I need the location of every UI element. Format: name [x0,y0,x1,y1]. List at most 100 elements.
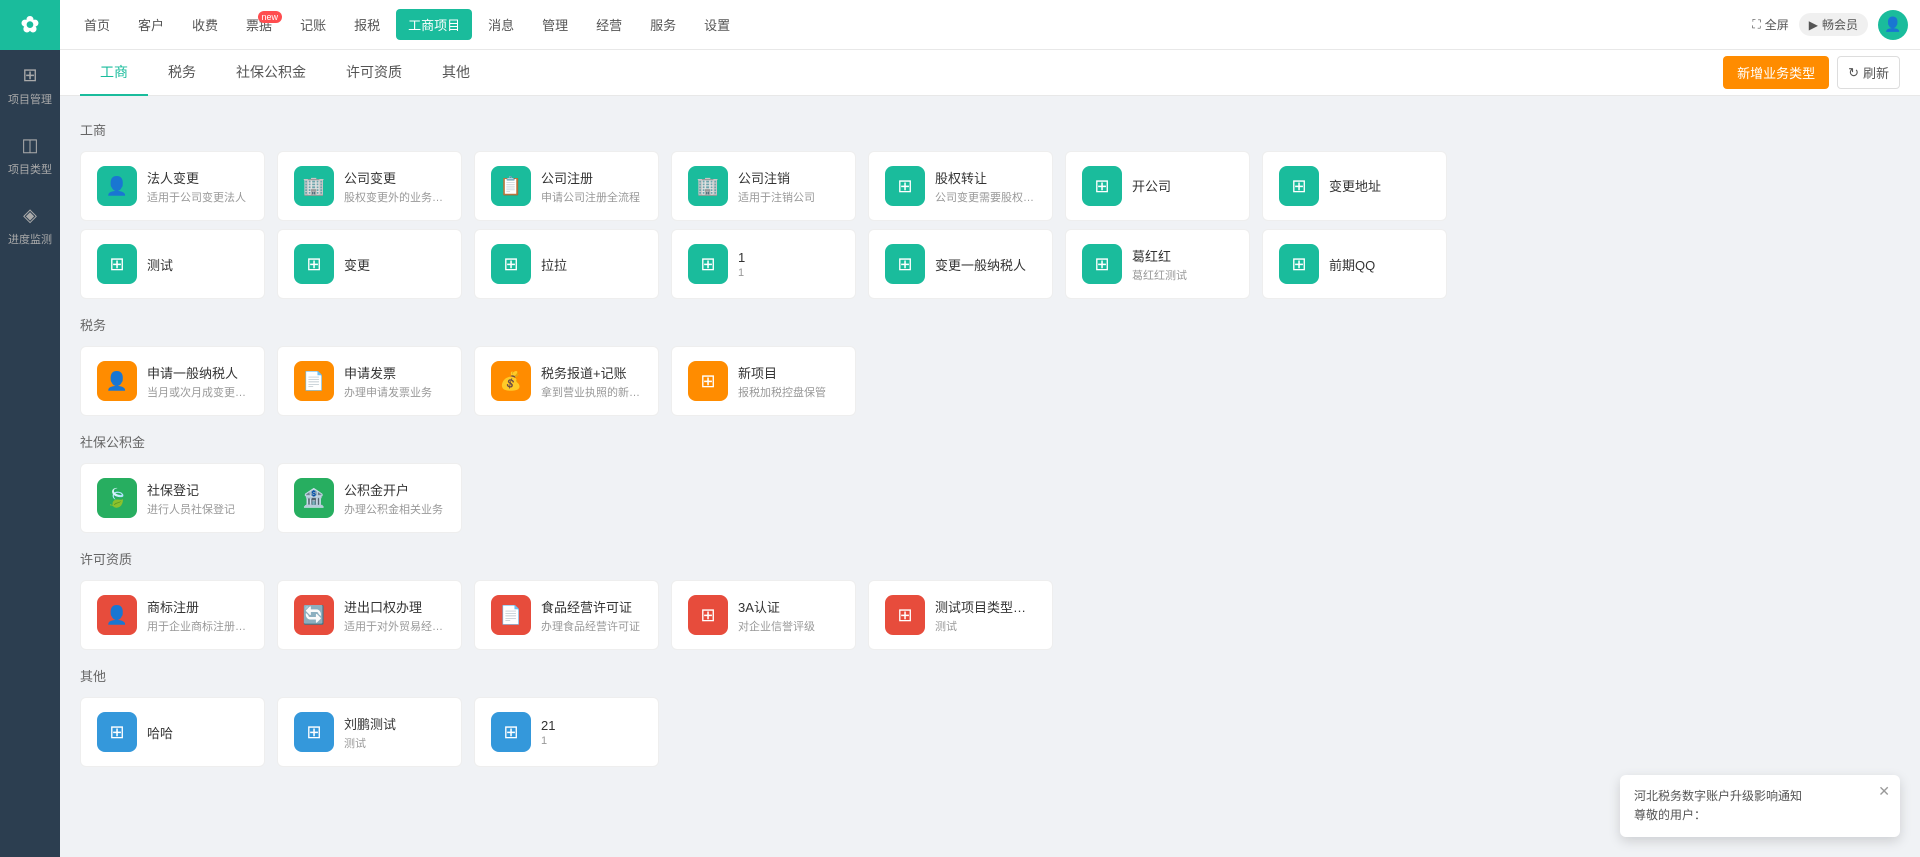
card-social-insurance[interactable]: 🍃 社保登记 进行人员社保登记 [80,463,265,533]
notification-popup: ✕ 河北税务数字账户升级影响通知 尊敬的用户： [1620,775,1900,837]
app-logo[interactable]: ✿ [0,0,60,50]
card-icon-equity-transfer: ⊞ [885,166,925,206]
card-icon-open-company: ⊞ [1082,166,1122,206]
other-card-grid: ⊞ 哈哈 ⊞ 刘鹏测试 测试 ⊞ 21 1 [80,697,1900,767]
nav-settings[interactable]: 设置 [692,9,742,40]
nav-home[interactable]: 首页 [72,9,122,40]
card-item21[interactable]: ⊞ 21 1 [474,697,659,767]
sidebar-item-project-mgmt[interactable]: ⊞ 项目管理 [0,50,60,120]
sidebar: ✿ ⊞ 项目管理 ◫ 项目类型 ◈ 进度监测 [0,0,60,857]
card-desc-trademark: 用于企业商标注册服务 [147,618,248,634]
nav-accounting[interactable]: 记账 [288,9,338,40]
card-title-liupeng-test: 刘鹏测试 [344,714,445,733]
card-trademark[interactable]: 👤 商标注册 用于企业商标注册服务 [80,580,265,650]
card-icon-company-cancel: 🏢 [688,166,728,206]
card-food-license[interactable]: 📄 食品经营许可证 办理食品经营许可证 [474,580,659,650]
card-title-company-cancel: 公司注销 [738,168,839,187]
project-type-icon: ◫ [18,133,42,157]
card-test[interactable]: ⊞ 测试 [80,229,265,299]
fullscreen-button[interactable]: ⛶ 全屏 [1752,16,1788,33]
shuiwu-card-grid: 👤 申请一般纳税人 当月或次月成变更完成 📄 申请发票 办理申请发票业务 💰 [80,346,1900,416]
card-icon-social-insurance: 🍃 [97,478,137,518]
card-test-project-type[interactable]: ⊞ 测试项目类型定义 测试 [868,580,1053,650]
card-title-item21: 21 [541,718,642,733]
vip-button[interactable]: ▶ 畅会员 [1799,13,1868,36]
card-housing-fund[interactable]: 🏦 公积金开户 办理公积金相关业务 [277,463,462,533]
progress-monitor-icon: ◈ [18,203,42,227]
card-title-equity-transfer: 股权转让 [935,168,1036,187]
notification-title: 河北税务数字账户升级影响通知 [1634,789,1802,803]
card-apply-general-tax[interactable]: 👤 申请一般纳税人 当月或次月成变更完成 [80,346,265,416]
card-title-housing-fund: 公积金开户 [344,480,445,499]
nav-tickets[interactable]: 票据 new [234,9,284,40]
section-title-other: 其他 [80,666,1900,685]
tab-xuke[interactable]: 许可资质 [326,50,422,96]
section-title-xuke: 许可资质 [80,549,1900,568]
card-company-cancel[interactable]: 🏢 公司注销 适用于注销公司 [671,151,856,221]
sidebar-label-progress-monitor: 进度监测 [8,231,52,247]
card-desc-equity-transfer: 公司变更需要股权转让 [935,189,1036,205]
tab-gongshang[interactable]: 工商 [80,50,148,96]
tab-bar: 工商 税务 社保公积金 许可资质 其他 新增业务类型 ↻ 刷新 [60,50,1920,96]
card-icon-test-project-type: ⊞ [885,595,925,635]
card-desc-company-cancel: 适用于注销公司 [738,189,839,205]
card-tax-report[interactable]: 💰 税务报道+记账 拿到营业执照的新公司 [474,346,659,416]
card-icon-import-export: 🔄 [294,595,334,635]
tab-shuiwu[interactable]: 税务 [148,50,216,96]
card-new-project[interactable]: ⊞ 新项目 报税加税控盘保管 [671,346,856,416]
nav-management[interactable]: 管理 [530,9,580,40]
card-desc-import-export: 适用于对外贸易经营者 [344,618,445,634]
card-title-open-company: 开公司 [1132,176,1233,195]
notification-sub: 尊敬的用户： [1634,808,1706,822]
nav-billing[interactable]: 收费 [180,9,230,40]
card-company-register[interactable]: 📋 公司注册 申请公司注册全流程 [474,151,659,221]
card-change-tax[interactable]: ⊞ 变更一般纳税人 [868,229,1053,299]
card-apply-invoice[interactable]: 📄 申请发票 办理申请发票业务 [277,346,462,416]
xuke-card-grid: 👤 商标注册 用于企业商标注册服务 🔄 进出口权办理 适用于对外贸易经营者 📄 [80,580,1900,650]
card-item1[interactable]: ⊞ 1 1 [671,229,856,299]
card-icon-early-qq: ⊞ [1279,244,1319,284]
card-icon-tax-report: 💰 [491,361,531,401]
card-legal-change[interactable]: 👤 法人变更 适用于公司变更法人 [80,151,265,221]
card-desc-3a-cert: 对企业信誉评级 [738,618,839,634]
topnav: 首页 客户 收费 票据 new 记账 报税 工商项目 消息 管理 经营 服务 设… [60,0,1920,50]
card-desc-tax-report: 拿到营业执照的新公司 [541,384,642,400]
card-lala[interactable]: ⊞ 拉拉 [474,229,659,299]
card-icon-liupeng-test: ⊞ [294,712,334,752]
new-type-button[interactable]: 新增业务类型 [1723,56,1829,89]
card-3a-cert[interactable]: ⊞ 3A认证 对企业信誉评级 [671,580,856,650]
card-import-export[interactable]: 🔄 进出口权办理 适用于对外贸易经营者 [277,580,462,650]
refresh-button[interactable]: ↻ 刷新 [1837,56,1900,89]
project-mgmt-icon: ⊞ [18,63,42,87]
card-open-company[interactable]: ⊞ 开公司 [1065,151,1250,221]
fullscreen-label: 全屏 [1765,16,1789,33]
card-company-change[interactable]: 🏢 公司变更 股权变更外的业务变更 [277,151,462,221]
nav-tax[interactable]: 报税 [342,9,392,40]
gongshang-card-grid-2: ⊞ 测试 ⊞ 变更 ⊞ 拉拉 [80,229,1900,299]
tab-shebao[interactable]: 社保公积金 [216,50,326,96]
nav-services[interactable]: 服务 [638,9,688,40]
notification-close-button[interactable]: ✕ [1878,783,1890,800]
card-early-qq[interactable]: ⊞ 前期QQ [1262,229,1447,299]
card-icon-company-register: 📋 [491,166,531,206]
sidebar-item-project-type[interactable]: ◫ 项目类型 [0,120,60,190]
nav-bizproj[interactable]: 工商项目 [396,9,472,40]
nav-messages[interactable]: 消息 [476,9,526,40]
card-desc-legal-change: 适用于公司变更法人 [147,189,248,205]
user-avatar[interactable]: 👤 [1878,10,1908,40]
sidebar-label-project-type: 项目类型 [8,161,52,177]
refresh-label: 刷新 [1863,63,1889,82]
nav-operations[interactable]: 经营 [584,9,634,40]
card-equity-transfer[interactable]: ⊞ 股权转让 公司变更需要股权转让 [868,151,1053,221]
sidebar-item-progress-monitor[interactable]: ◈ 进度监测 [0,190,60,260]
card-haha[interactable]: ⊞ 哈哈 [80,697,265,767]
card-bianGeng[interactable]: ⊞ 变更 [277,229,462,299]
tab-other[interactable]: 其他 [422,50,490,96]
card-desc-housing-fund: 办理公积金相关业务 [344,501,445,517]
card-icon-3a-cert: ⊞ [688,595,728,635]
card-liupeng-test[interactable]: ⊞ 刘鹏测试 测试 [277,697,462,767]
card-icon-apply-invoice: 📄 [294,361,334,401]
nav-clients[interactable]: 客户 [126,9,176,40]
card-ge-honghong[interactable]: ⊞ 葛红红 葛红红测试 [1065,229,1250,299]
card-change-address[interactable]: ⊞ 变更地址 [1262,151,1447,221]
